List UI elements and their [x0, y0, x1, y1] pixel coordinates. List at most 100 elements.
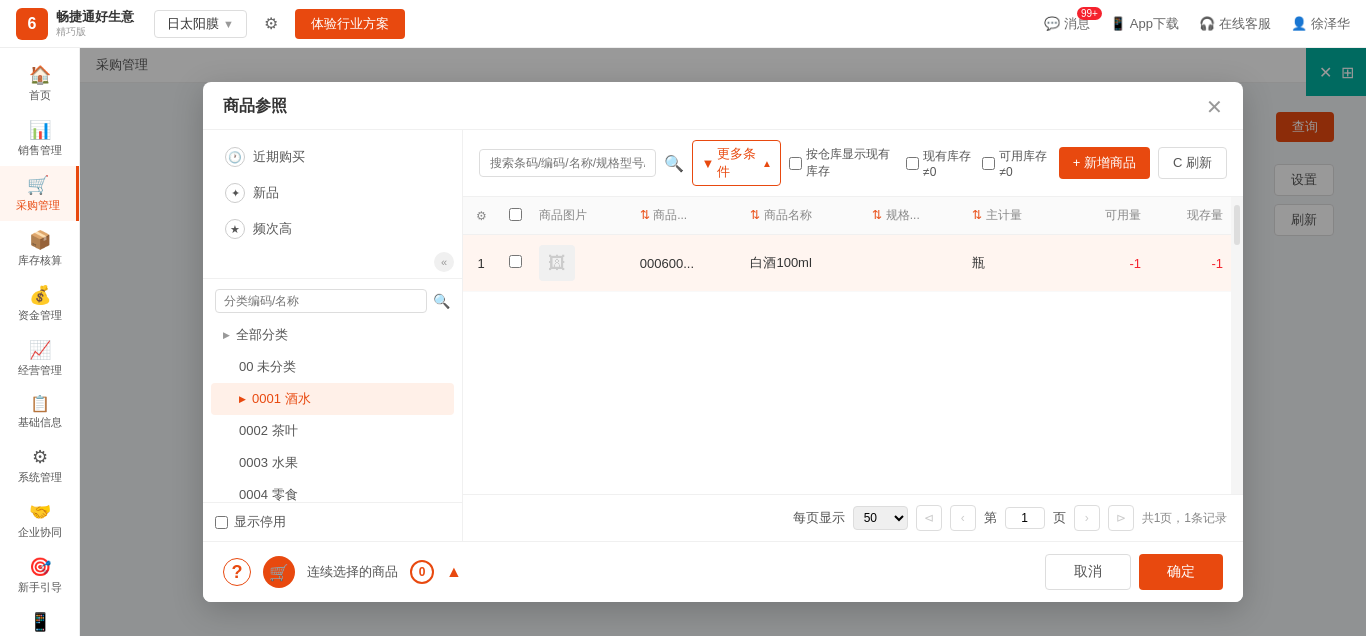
- row-checkbox-cell[interactable]: [499, 235, 531, 292]
- refresh-button[interactable]: C 刷新: [1158, 147, 1227, 179]
- col-unit[interactable]: ⇅ 主计量: [964, 197, 1067, 235]
- system-icon: ⚙: [32, 446, 48, 468]
- new-icon: ✦: [231, 187, 240, 200]
- sidebar-item-system[interactable]: ⚙ 系统管理: [0, 438, 79, 493]
- col-spec[interactable]: ⇅ 规格...: [864, 197, 964, 235]
- sidebar-item-home[interactable]: 🏠 首页: [0, 56, 79, 111]
- product-search-input[interactable]: [479, 149, 656, 177]
- warehouse-filter-label[interactable]: 按仓库显示现有库存: [789, 146, 898, 180]
- cat-uncategorized[interactable]: 00 未分类: [211, 351, 454, 383]
- page-size-select[interactable]: 50 100: [853, 506, 908, 530]
- service-item[interactable]: 🎧 在线客服: [1199, 15, 1271, 33]
- mobile-icon: 📱: [1110, 16, 1126, 31]
- category-search-input[interactable]: [215, 289, 427, 313]
- confirm-button[interactable]: 确定: [1139, 554, 1223, 590]
- sidebar-item-inventory[interactable]: 📦 库存核算: [0, 221, 79, 276]
- tab-recent[interactable]: 🕐 近期购买: [215, 140, 450, 174]
- tab-new[interactable]: ✦ 新品: [215, 176, 450, 210]
- cat-fruit[interactable]: 0003 水果: [211, 447, 454, 479]
- add-product-button[interactable]: + 新增商品: [1059, 147, 1150, 179]
- sidebar-item-collab[interactable]: 🤝 企业协同: [0, 493, 79, 548]
- table-row[interactable]: 1 🖼 000600... 白酒100ml 瓶: [463, 235, 1231, 292]
- experience-button[interactable]: 体验行业方案: [295, 9, 405, 39]
- cat-liquor[interactable]: ▶ 0001 酒水: [211, 383, 454, 415]
- next-page-btn[interactable]: ›: [1074, 505, 1100, 531]
- user-label: 徐泽华: [1311, 15, 1350, 33]
- tab-frequent[interactable]: ★ 频次高: [215, 212, 450, 246]
- sidebar-item-operation[interactable]: 📈 经营管理: [0, 331, 79, 386]
- show-disabled-checkbox-label[interactable]: 显示停用: [215, 513, 286, 531]
- more-filter-btn[interactable]: ▼ 更多条件 ▲: [692, 140, 781, 186]
- cart-icon[interactable]: 🛒: [263, 556, 295, 588]
- category-search-icon[interactable]: 🔍: [433, 293, 450, 309]
- table-scrollbar[interactable]: [1231, 197, 1243, 494]
- col-stock[interactable]: 现存量: [1149, 197, 1231, 235]
- row-spec: [864, 235, 964, 292]
- select-all-checkbox[interactable]: [509, 208, 522, 221]
- sidebar-item-basic[interactable]: 📋 基础信息: [0, 386, 79, 438]
- pagination-bar: 每页显示 50 100 ⊲ ‹ 第 页 › ⊳ 共1页，1条记录: [463, 494, 1243, 541]
- modal-dialog: 商品参照 ✕ 🕐 近期购买: [203, 82, 1243, 602]
- col-image: 商品图片: [531, 197, 632, 235]
- available-filter-checkbox[interactable]: [906, 157, 919, 170]
- nav-selector[interactable]: 日太阳膜 ▼: [154, 10, 247, 38]
- user-item[interactable]: 👤 徐泽华: [1291, 15, 1350, 33]
- gear-icon[interactable]: ⚙: [255, 8, 287, 40]
- col-code[interactable]: ⇅ 商品...: [632, 197, 743, 235]
- arrow-icon-liquor: ▶: [239, 394, 246, 404]
- sidebar-item-purchase[interactable]: 🛒 采购管理: [0, 166, 79, 221]
- product-thumbnail: 🖼: [539, 245, 575, 281]
- last-page-btn[interactable]: ⊳: [1108, 505, 1134, 531]
- cat-tea[interactable]: 0002 茶叶: [211, 415, 454, 447]
- col-available[interactable]: 可用量: [1067, 197, 1149, 235]
- service-label: 在线客服: [1219, 15, 1271, 33]
- sidebar-item-apps[interactable]: 📱 应用中心: [0, 603, 79, 636]
- available-filter-label[interactable]: 现有库存≠0: [906, 148, 974, 179]
- collapse-footer-icon[interactable]: ▲: [446, 563, 462, 581]
- cart-count: 0: [410, 560, 434, 584]
- row-code: 000600...: [632, 235, 743, 292]
- collapse-panel-btn[interactable]: «: [434, 252, 454, 272]
- clock-icon: 🕐: [228, 151, 242, 164]
- cat-snack[interactable]: 0004 零食: [211, 479, 454, 502]
- logo-area: 6 畅捷通好生意 精巧版: [16, 8, 134, 40]
- help-icon[interactable]: ?: [223, 558, 251, 586]
- row-stock: -1: [1149, 235, 1231, 292]
- row-checkbox[interactable]: [509, 255, 522, 268]
- col-name[interactable]: ⇅ 商品名称: [742, 197, 864, 235]
- sidebar-item-sales[interactable]: 📊 销售管理: [0, 111, 79, 166]
- modal-right-panel: 🔍 ▼ 更多条件 ▲ 按仓库显示现有库存 现有库存≠0: [463, 130, 1243, 541]
- usable-filter-label[interactable]: 可用库存≠0: [982, 148, 1050, 179]
- app-download-item[interactable]: 📱 App下载: [1110, 15, 1179, 33]
- sidebar-item-guide[interactable]: 🎯 新手引导: [0, 548, 79, 603]
- star-icon: ★: [230, 223, 240, 236]
- show-disabled-checkbox[interactable]: [215, 516, 228, 529]
- first-page-btn[interactable]: ⊲: [916, 505, 942, 531]
- filter-icon: ▼: [701, 156, 714, 171]
- modal-header: 商品参照 ✕: [203, 82, 1243, 130]
- usable-filter-checkbox[interactable]: [982, 157, 995, 170]
- modal-overlay: 商品参照 ✕ 🕐 近期购买: [80, 48, 1366, 636]
- col-checkbox: [499, 197, 531, 235]
- cart-icon: 🛒: [27, 174, 49, 196]
- modal-body: 🕐 近期购买 ✦ 新品 ★: [203, 130, 1243, 541]
- modal-close-button[interactable]: ✕: [1206, 97, 1223, 117]
- col-settings[interactable]: ⚙: [463, 197, 499, 235]
- page-input[interactable]: [1005, 507, 1045, 529]
- modal-left-footer: 显示停用: [203, 502, 462, 541]
- message-badge: 99+: [1077, 7, 1102, 20]
- cancel-button[interactable]: 取消: [1045, 554, 1131, 590]
- scrollbar-thumb[interactable]: [1234, 205, 1240, 245]
- arrow-icon-all: ▶: [223, 330, 230, 340]
- warehouse-filter-checkbox[interactable]: [789, 157, 802, 170]
- nav-right: 💬 消息 99+ 📱 App下载 🎧 在线客服 👤 徐泽华: [1044, 15, 1350, 33]
- row-name: 白酒100ml: [742, 235, 864, 292]
- cat-all[interactable]: ▶ 全部分类: [211, 319, 454, 351]
- sidebar-item-finance[interactable]: 💰 资金管理: [0, 276, 79, 331]
- row-available: -1: [1067, 235, 1149, 292]
- product-search-icon[interactable]: 🔍: [664, 154, 684, 173]
- money-icon: 💰: [29, 284, 51, 306]
- prev-page-btn[interactable]: ‹: [950, 505, 976, 531]
- page-suffix: 页: [1053, 509, 1066, 527]
- messages-item[interactable]: 💬 消息 99+: [1044, 15, 1090, 33]
